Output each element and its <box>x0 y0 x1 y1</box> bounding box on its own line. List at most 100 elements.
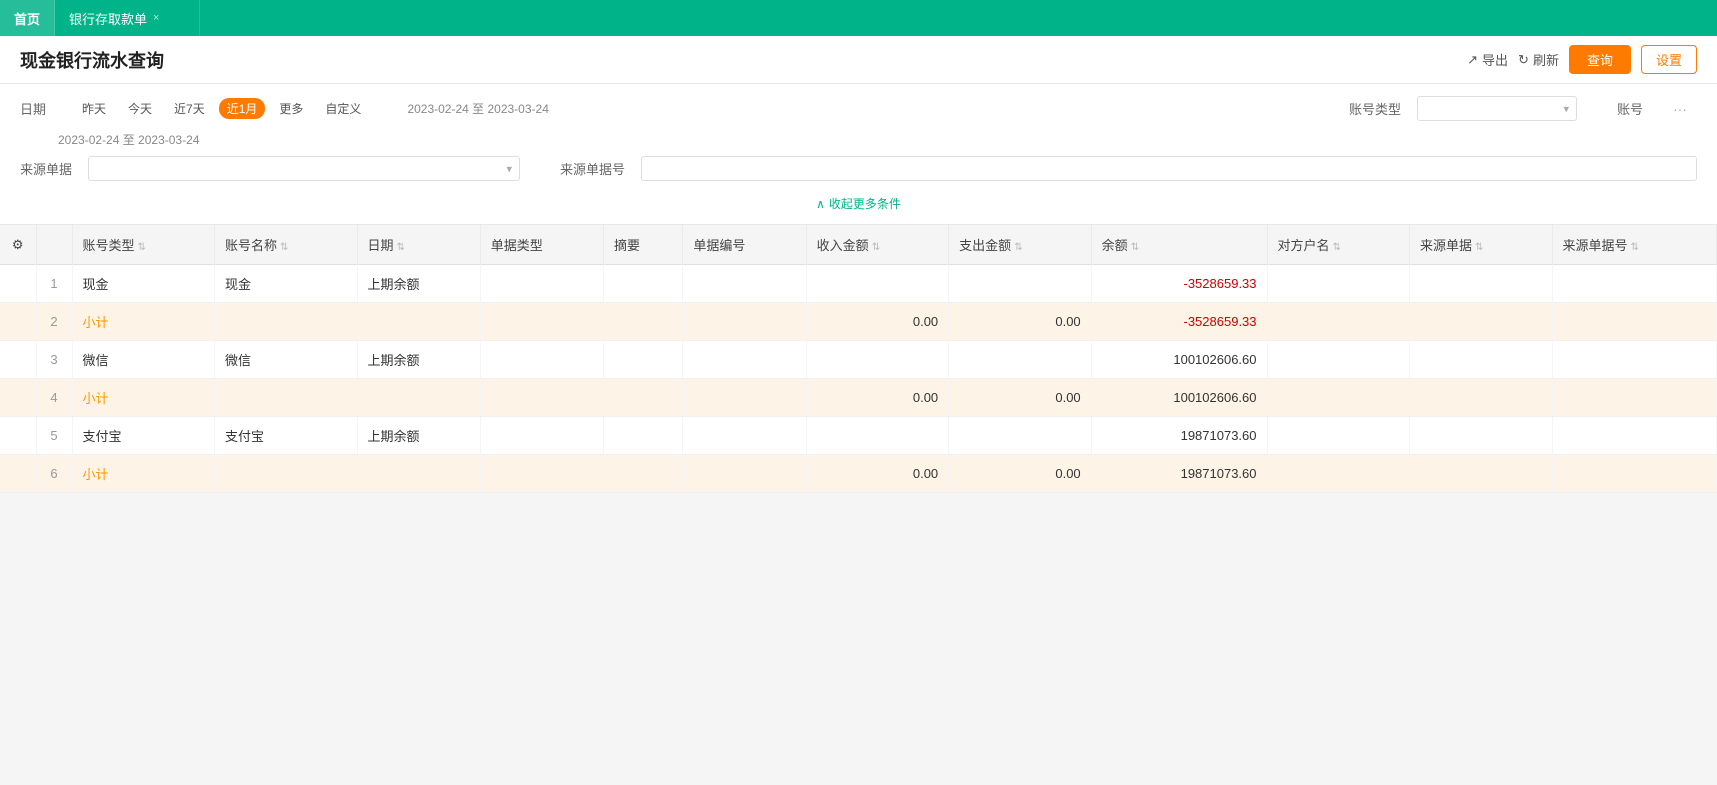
cell-balance: 19871073.60 <box>1091 455 1267 493</box>
date-range-display: 2023-02-24 至 2023-03-24 <box>58 133 199 147</box>
header-actions: ↗ 导出 ↻ 刷新 查询 设置 <box>1467 45 1697 74</box>
cell-source-doc <box>1410 303 1553 341</box>
cell-doc-type <box>480 265 603 303</box>
cell-date: 上期余额 <box>357 417 480 455</box>
cell-account-type: 小计 <box>72 379 215 417</box>
account-no-group: 账号 ··· <box>1617 99 1697 118</box>
col-account_type[interactable]: 账号类型⇅ <box>72 225 215 265</box>
sort-icon-date: ⇅ <box>397 242 405 253</box>
date-btn-更多[interactable]: 更多 <box>271 98 311 119</box>
cell-date <box>357 379 480 417</box>
query-button[interactable]: 查询 <box>1569 45 1631 74</box>
cell-account-type: 支付宝 <box>72 417 215 455</box>
col-balance[interactable]: 余额⇅ <box>1091 225 1267 265</box>
col-counterparty[interactable]: 对方户名⇅ <box>1267 225 1410 265</box>
cell-counterparty <box>1267 379 1410 417</box>
account-no-label: 账号 <box>1617 99 1657 118</box>
cell-source-doc-no <box>1552 379 1716 417</box>
col-account_name[interactable]: 账号名称⇅ <box>215 225 358 265</box>
cell-balance: 19871073.60 <box>1091 417 1267 455</box>
main-table: ⚙账号类型⇅账号名称⇅日期⇅单据类型摘要单据编号收入金额⇅支出金额⇅余额⇅对方户… <box>0 225 1717 493</box>
col-gear: ⚙ <box>0 225 36 265</box>
col-source_doc_no[interactable]: 来源单据号⇅ <box>1552 225 1716 265</box>
export-button[interactable]: ↗ 导出 <box>1467 50 1508 69</box>
col-expense[interactable]: 支出金额⇅ <box>949 225 1092 265</box>
sort-icon-source_doc: ⇅ <box>1475 242 1483 253</box>
sort-icon-expense: ⇅ <box>1014 242 1022 253</box>
nav-tab-银行存取款单[interactable]: 银行存取款单× <box>55 0 200 36</box>
date-btn-昨天[interactable]: 昨天 <box>74 98 114 119</box>
more-dots[interactable]: ··· <box>1673 101 1687 117</box>
subtotal-label: 小计 <box>83 467 109 482</box>
col-doc_no: 单据编号 <box>683 225 806 265</box>
row-number: 6 <box>36 455 72 493</box>
date-btn-自定义[interactable]: 自定义 <box>317 98 369 119</box>
col-source_doc[interactable]: 来源单据⇅ <box>1410 225 1553 265</box>
sort-icon-account_name: ⇅ <box>280 242 288 253</box>
cell-doc-type <box>480 417 603 455</box>
col-row <box>36 225 72 265</box>
cell-date <box>357 455 480 493</box>
cell-counterparty <box>1267 303 1410 341</box>
page-header: 现金银行流水查询 ↗ 导出 ↻ 刷新 查询 设置 <box>0 36 1717 84</box>
table-row: 3微信微信上期余额100102606.60 <box>0 341 1717 379</box>
cell-expense <box>949 341 1092 379</box>
date-btn-近7天[interactable]: 近7天 <box>166 98 213 119</box>
row-number: 1 <box>36 265 72 303</box>
refresh-button[interactable]: ↻ 刷新 <box>1518 50 1559 69</box>
cell-summary <box>604 341 683 379</box>
source-doc-no-input[interactable] <box>641 156 1697 181</box>
cell-income: 0.00 <box>806 455 949 493</box>
cell-expense: 0.00 <box>949 379 1092 417</box>
cell-source-doc <box>1410 265 1553 303</box>
cell-account-name: 支付宝 <box>215 417 358 455</box>
date-btn-今天[interactable]: 今天 <box>120 98 160 119</box>
cell-expense <box>949 417 1092 455</box>
cell-source-doc <box>1410 341 1553 379</box>
row-gear-cell <box>0 455 36 493</box>
col-income[interactable]: 收入金额⇅ <box>806 225 949 265</box>
sort-icon-balance: ⇅ <box>1131 242 1139 253</box>
date-options: 昨天今天近7天近1月更多自定义 <box>74 98 369 119</box>
table-header-row: ⚙账号类型⇅账号名称⇅日期⇅单据类型摘要单据编号收入金额⇅支出金额⇅余额⇅对方户… <box>0 225 1717 265</box>
cell-account-name <box>215 455 358 493</box>
close-icon[interactable]: × <box>153 12 159 24</box>
account-type-select[interactable]: 现金 微信 支付宝 <box>1417 96 1577 121</box>
cell-doc-type <box>480 341 603 379</box>
cell-summary <box>604 417 683 455</box>
source-doc-group: 来源单据 <box>20 156 520 181</box>
nav-home[interactable]: 首页 <box>0 0 55 36</box>
settings-button[interactable]: 设置 <box>1641 45 1697 74</box>
sort-icon-account_type: ⇅ <box>138 242 146 253</box>
cell-account-name: 微信 <box>215 341 358 379</box>
sort-icon-counterparty: ⇅ <box>1333 242 1341 253</box>
cell-account-type: 小计 <box>72 455 215 493</box>
cell-summary <box>604 455 683 493</box>
cell-income <box>806 341 949 379</box>
cell-source-doc <box>1410 455 1553 493</box>
cell-source-doc-no <box>1552 455 1716 493</box>
row-number: 4 <box>36 379 72 417</box>
source-doc-no-label: 来源单据号 <box>560 159 625 178</box>
cell-income: 0.00 <box>806 379 949 417</box>
col-doc_type: 单据类型 <box>480 225 603 265</box>
cell-doc-no <box>683 303 806 341</box>
cell-source-doc <box>1410 417 1553 455</box>
cell-source-doc-no <box>1552 265 1716 303</box>
col-date[interactable]: 日期⇅ <box>357 225 480 265</box>
row-gear-cell <box>0 341 36 379</box>
refresh-icon: ↻ <box>1518 52 1529 68</box>
cell-counterparty <box>1267 265 1410 303</box>
cell-counterparty <box>1267 455 1410 493</box>
date-btn-近1月[interactable]: 近1月 <box>219 98 266 119</box>
source-doc-select[interactable] <box>88 156 520 181</box>
table-row: 5支付宝支付宝上期余额19871073.60 <box>0 417 1717 455</box>
collapse-bar[interactable]: ∧ 收起更多条件 <box>20 191 1697 216</box>
account-type-select-wrapper: 现金 微信 支付宝 <box>1417 96 1577 121</box>
cell-doc-no <box>683 379 806 417</box>
cell-date: 上期余额 <box>357 341 480 379</box>
gear-icon[interactable]: ⚙ <box>12 237 24 252</box>
page-title: 现金银行流水查询 <box>20 47 164 73</box>
cell-doc-no <box>683 455 806 493</box>
date-filter-group: 日期 昨天今天近7天近1月更多自定义 <box>20 98 369 119</box>
